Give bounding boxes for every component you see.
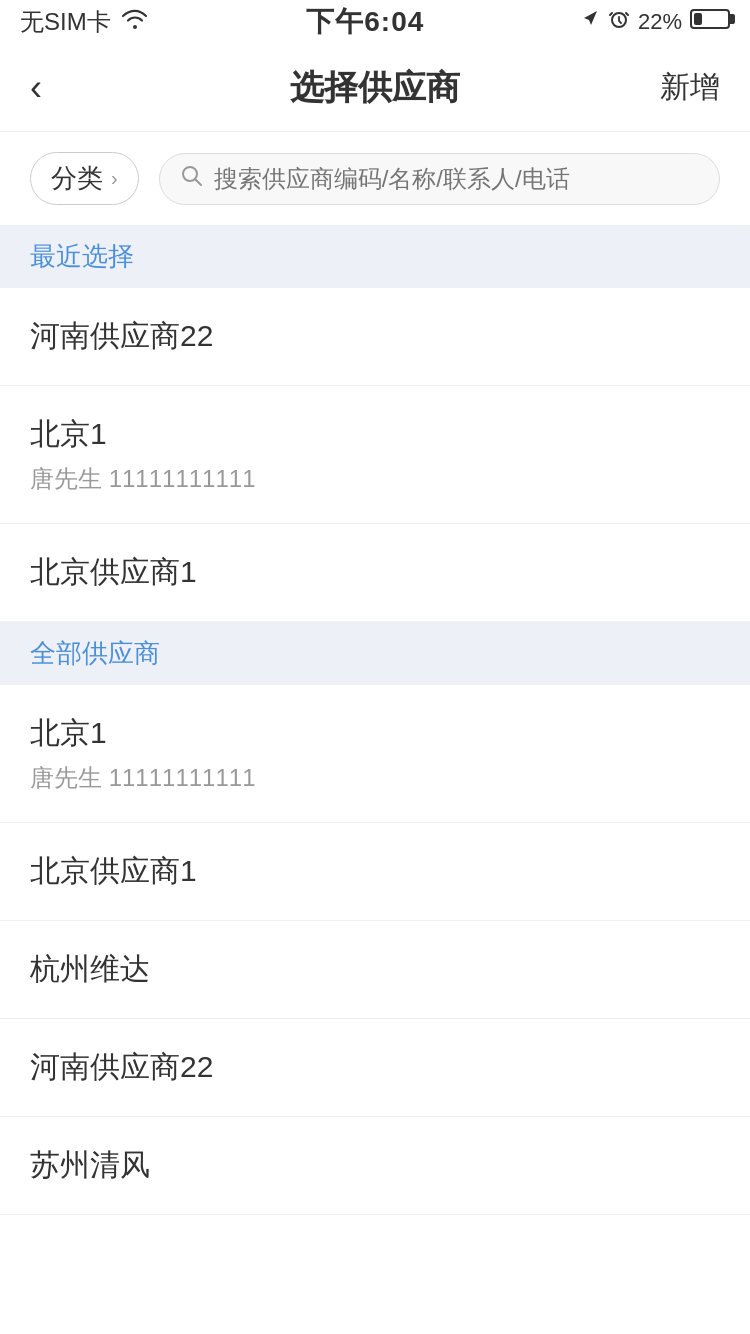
item-name: 北京1 (30, 713, 720, 754)
status-right: 22% (582, 8, 730, 36)
status-time: 下午6:04 (306, 3, 424, 41)
search-icon (180, 164, 204, 194)
status-left: 无SIM卡 (20, 6, 149, 38)
status-bar: 无SIM卡 下午6:04 22% (0, 0, 750, 44)
item-name: 杭州维达 (30, 949, 720, 990)
all-section-label: 全部供应商 (30, 638, 160, 668)
category-label: 分类 (51, 161, 103, 196)
list-item[interactable]: 河南供应商22 (0, 1019, 750, 1117)
wifi-icon (121, 8, 149, 36)
item-name: 河南供应商22 (30, 1047, 720, 1088)
search-input[interactable] (214, 165, 699, 193)
list-item[interactable]: 杭州维达 (0, 921, 750, 1019)
item-name: 苏州清风 (30, 1145, 720, 1186)
recent-section-header: 最近选择 (0, 225, 750, 288)
list-item[interactable]: 北京1 唐先生 11111111111 (0, 386, 750, 524)
alarm-icon (608, 8, 630, 36)
back-button[interactable]: ‹ (30, 67, 90, 109)
list-item[interactable]: 苏州清风 (0, 1117, 750, 1215)
battery-icon (690, 9, 730, 35)
item-sub: 唐先生 11111111111 (30, 762, 720, 794)
all-section-header: 全部供应商 (0, 622, 750, 685)
location-icon (582, 9, 600, 35)
item-sub: 唐先生 11111111111 (30, 463, 720, 495)
all-list: 北京1 唐先生 11111111111 北京供应商1 杭州维达河南供应商22 苏州清风 (0, 685, 750, 1215)
category-arrow-icon: › (111, 167, 118, 190)
carrier-text: 无SIM卡 (20, 6, 111, 38)
item-name: 北京供应商1 (30, 552, 720, 593)
category-filter[interactable]: 分类 › (30, 152, 139, 205)
list-item[interactable]: 北京供应商1 (0, 823, 750, 921)
item-name: 北京1 (30, 414, 720, 455)
recent-section-label: 最近选择 (30, 241, 134, 271)
search-box (159, 153, 720, 205)
item-name: 河南供应商22 (30, 316, 720, 357)
battery-percent: 22% (638, 9, 682, 35)
list-item[interactable]: 北京供应商1 (0, 524, 750, 622)
page-title: 选择供应商 (290, 65, 460, 111)
recent-list: 河南供应商22 北京1 唐先生 11111111111 北京供应商1 (0, 288, 750, 622)
list-item[interactable]: 北京1 唐先生 11111111111 (0, 685, 750, 823)
list-item[interactable]: 河南供应商22 (0, 288, 750, 386)
add-button[interactable]: 新增 (660, 67, 720, 108)
filter-bar: 分类 › (0, 132, 750, 225)
item-name: 北京供应商1 (30, 851, 720, 892)
nav-bar: ‹ 选择供应商 新增 (0, 44, 750, 132)
